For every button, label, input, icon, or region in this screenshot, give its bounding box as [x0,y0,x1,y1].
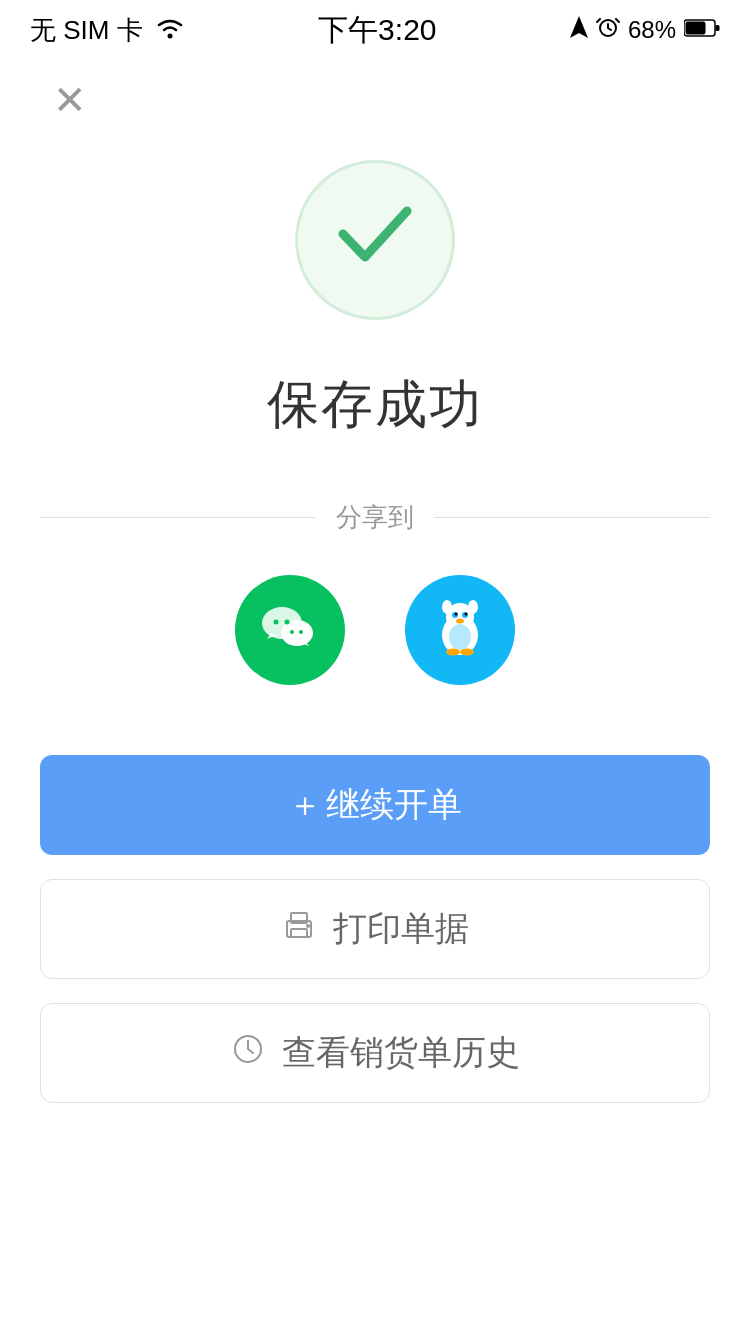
svg-point-26 [306,924,310,928]
svg-point-16 [465,613,468,616]
checkmark-icon [335,199,415,282]
svg-point-19 [446,649,460,656]
svg-point-18 [449,624,471,650]
success-indicator [295,160,455,320]
svg-point-9 [290,630,294,634]
svg-rect-25 [291,929,307,937]
wifi-icon [155,15,185,46]
status-left: 无 SIM 卡 [30,13,185,48]
alarm-icon [596,15,620,45]
qq-icon [429,599,491,661]
print-button[interactable]: 打印单据 [40,879,710,979]
svg-point-17 [456,619,464,624]
svg-point-22 [468,600,478,614]
location-icon [570,16,588,44]
share-divider: 分享到 [40,500,710,535]
clock-icon [230,1031,266,1075]
svg-point-20 [460,649,474,656]
status-right: 68% [570,15,720,45]
qq-share-button[interactable] [405,575,515,685]
wechat-share-button[interactable] [235,575,345,685]
sim-label: 无 SIM 卡 [30,13,143,48]
battery-icon [684,16,720,44]
svg-point-21 [442,600,452,614]
action-buttons: ＋ 继续开单 打印单据 查看销货单历史 [0,755,750,1103]
continue-button[interactable]: ＋ 继续开单 [40,755,710,855]
share-icons-row [40,575,710,685]
svg-rect-3 [685,22,705,35]
svg-point-7 [274,620,279,625]
battery-percent: 68% [628,16,676,44]
history-label: 查看销货单历史 [282,1030,520,1076]
divider-right [434,517,710,518]
continue-label: 继续开单 [326,782,462,828]
plus-icon: ＋ [288,782,322,828]
svg-point-8 [285,620,290,625]
status-bar: 无 SIM 卡 下午3:20 68% [0,0,750,60]
main-content: 保存成功 分享到 [0,60,750,1103]
status-time: 下午3:20 [318,10,436,51]
share-label: 分享到 [336,500,414,535]
close-icon: ✕ [53,80,87,120]
print-label: 打印单据 [333,906,469,952]
svg-point-15 [455,613,458,616]
success-title: 保存成功 [267,370,483,440]
svg-point-10 [299,630,303,634]
close-button[interactable]: ✕ [40,70,100,130]
wechat-icon [259,603,321,657]
divider-left [40,517,316,518]
svg-point-0 [167,33,172,38]
svg-rect-4 [715,25,719,31]
history-button[interactable]: 查看销货单历史 [40,1003,710,1103]
share-section: 分享到 [0,500,750,755]
printer-icon [281,907,317,951]
